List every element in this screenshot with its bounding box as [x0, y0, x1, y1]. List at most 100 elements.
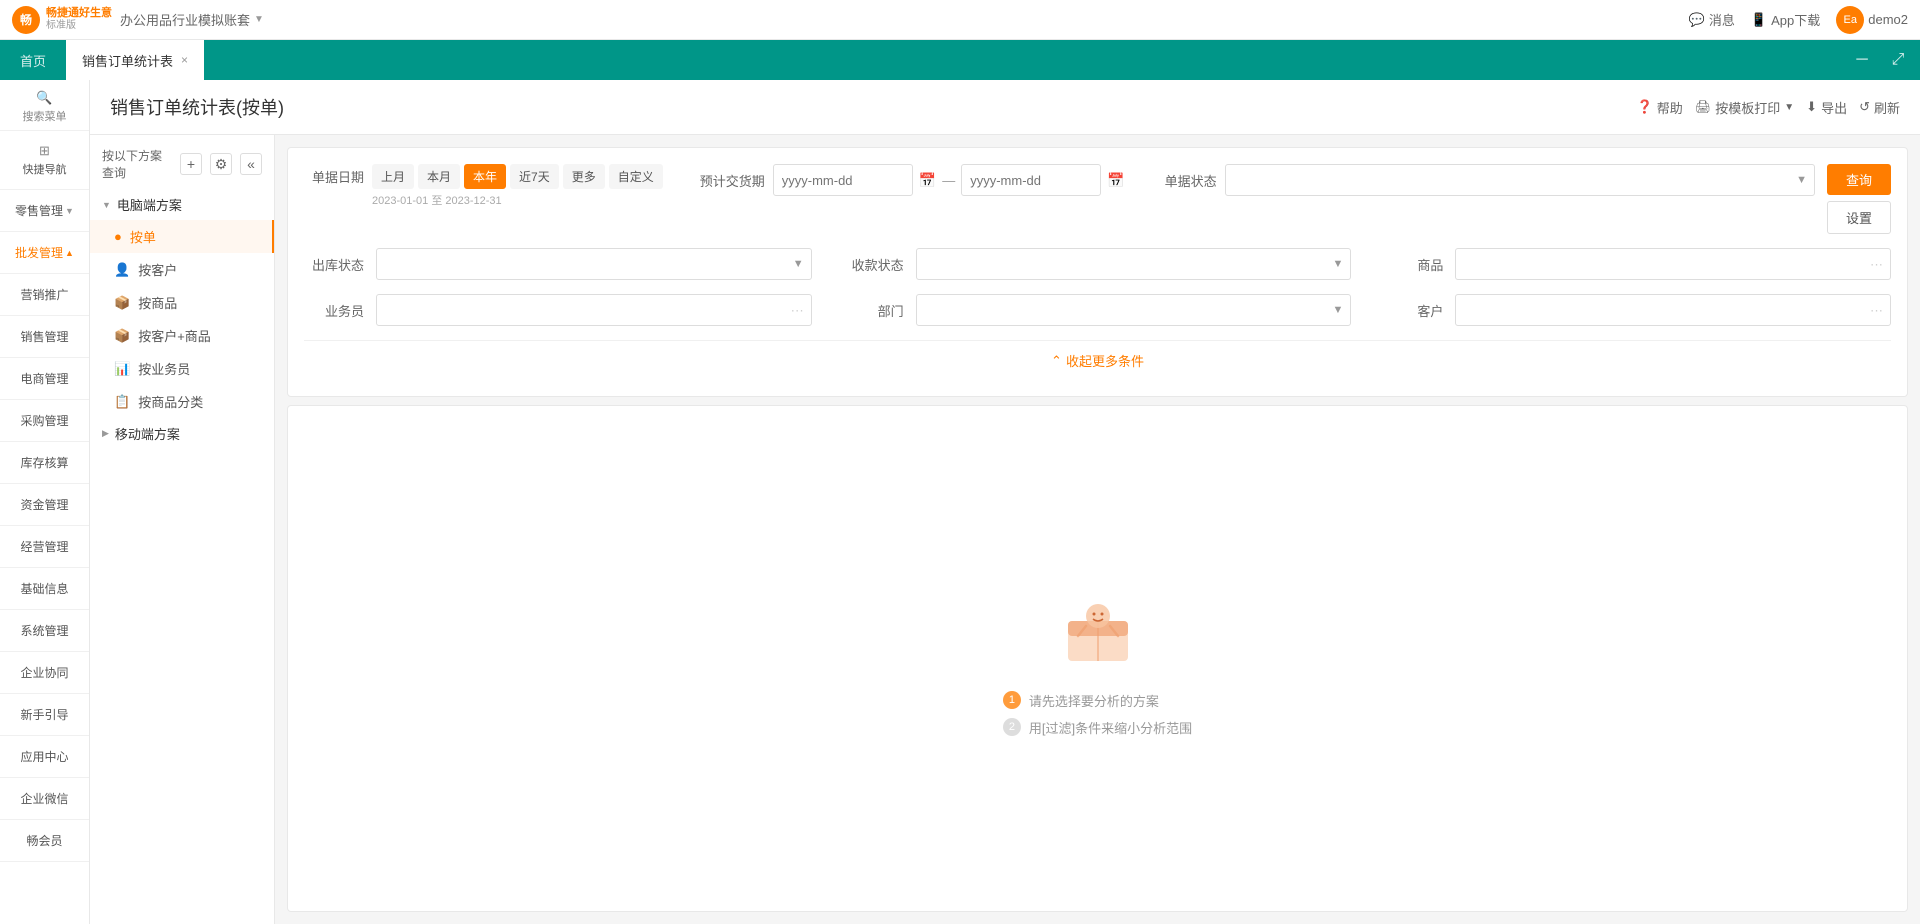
mobile-section-arrow-icon: ▶ [102, 428, 109, 439]
breadcrumb-dropdown-icon[interactable]: ▼ [254, 14, 264, 25]
scheme-by-product[interactable]: 📦 按商品 [90, 286, 274, 319]
mobile-section-title[interactable]: ▶ 移动端方案 [90, 418, 274, 449]
collapse-conditions-icon: ⌃ [1051, 353, 1062, 369]
sidebar-search[interactable]: 🔍 搜索菜单 [0, 80, 89, 131]
last-month-btn[interactable]: 上月 [372, 164, 414, 189]
export-btn[interactable]: ⬇ 导出 [1806, 98, 1847, 117]
delivery-date-start[interactable] [773, 164, 913, 196]
content-area: 销售订单统计表(按单) ❓ 帮助 🖨 按模板打印 ▼ ⬇ 导出 ↺ 刷新 [90, 80, 1920, 924]
delivery-status-label: 出库状态 [304, 255, 364, 274]
help-icon: ❓ [1637, 99, 1653, 115]
settings-scheme-btn[interactable]: ⚙ [210, 153, 232, 175]
help-btn[interactable]: ❓ 帮助 [1637, 98, 1683, 117]
sidebar-item-member[interactable]: 畅会员 [0, 820, 89, 862]
query-btn[interactable]: 查询 [1827, 164, 1891, 195]
refresh-btn[interactable]: ↺ 刷新 [1859, 98, 1900, 117]
scheme-by-salesperson[interactable]: 📊 按业务员 [90, 352, 274, 385]
left-panel: 按以下方案查询 + ⚙ « ▼ 电脑端方案 [90, 135, 275, 924]
status-select[interactable] [1225, 164, 1815, 196]
cal-icon-end[interactable]: 📅 [1107, 172, 1124, 189]
settings-btn[interactable]: 设置 [1827, 201, 1891, 234]
breadcrumb: 办公用品行业模拟账套 ▼ [120, 10, 264, 29]
message-action[interactable]: 💬 消息 [1689, 10, 1735, 29]
filter-row-2: 出库状态 ▼ 收款状态 ▼ [304, 248, 1891, 280]
tab-restore-btn[interactable]: ─ [1848, 46, 1876, 74]
sidebar-item-purchase[interactable]: 采购管理 [0, 400, 89, 442]
sidebar-item-basic[interactable]: 基础信息 [0, 568, 89, 610]
sidebar-item-operation[interactable]: 经营管理 [0, 526, 89, 568]
cal-icon-start[interactable]: 📅 [919, 172, 936, 189]
delivery-date-end[interactable] [961, 164, 1101, 196]
sidebar-item-marketing[interactable]: 营销推广 [0, 274, 89, 316]
expected-delivery-label: 预计交货期 [695, 171, 765, 190]
sidebar-item-inventory[interactable]: 库存核算 [0, 442, 89, 484]
delivery-status-select[interactable] [376, 248, 812, 280]
salesperson-input[interactable] [376, 294, 812, 326]
this-month-btn[interactable]: 本月 [418, 164, 460, 189]
user-profile[interactable]: Ea demo2 [1836, 6, 1908, 34]
add-scheme-btn[interactable]: + [180, 153, 202, 175]
department-select[interactable] [916, 294, 1352, 326]
pc-section-title[interactable]: ▼ 电脑端方案 [90, 189, 274, 220]
filter-action-btns: 查询 设置 [1827, 164, 1891, 234]
tab-sales-order-stats[interactable]: 销售订单统计表 × [66, 40, 204, 80]
sidebar-quick-nav[interactable]: ⊞ 零售管理 快捷导航 [0, 131, 89, 190]
sidebar-item-appcenter[interactable]: 应用中心 [0, 736, 89, 778]
payment-status-select[interactable] [916, 248, 1352, 280]
cust-prod-icon: 📦 [114, 328, 130, 344]
sidebar-item-system[interactable]: 系统管理 [0, 610, 89, 652]
scheme-by-category[interactable]: 📋 按商品分类 [90, 385, 274, 418]
template-print-btn[interactable]: 🖨 按模板打印 ▼ [1695, 98, 1794, 117]
salesperson-more-icon[interactable]: ··· [791, 303, 804, 318]
goods-more-icon[interactable]: ··· [1870, 257, 1883, 272]
scheme-by-order[interactable]: ● 按单 [90, 220, 274, 253]
print-dropdown-icon: ▼ [1784, 102, 1794, 113]
right-panel: 单据日期 上月 本月 本年 近7天 更多 自定义 2023 [275, 135, 1920, 924]
tab-bar-right: ─ ⤢ [1848, 46, 1920, 74]
logo-text: 畅捷通好生意 标准版 [46, 7, 112, 32]
pc-section-arrow-icon: ▼ [102, 200, 111, 210]
sidebar-item-enterprise[interactable]: 企业协同 [0, 652, 89, 694]
sidebar-item-ecommerce[interactable]: 电商管理 [0, 358, 89, 400]
page-title: 销售订单统计表(按单) [110, 94, 284, 134]
payment-status-label: 收款状态 [844, 255, 904, 274]
tab-maximize-btn[interactable]: ⤢ [1884, 46, 1912, 74]
app-download-action[interactable]: 📱 App下载 [1751, 10, 1820, 29]
more-date-btn[interactable]: 更多 [563, 164, 605, 189]
sidebar-item-newuser[interactable]: 新手引导 [0, 694, 89, 736]
sidebar-item-wholesale[interactable]: 批发管理 ▲ [0, 232, 89, 274]
more-conditions-toggle[interactable]: ⌃ 收起更多条件 [304, 340, 1891, 380]
message-icon: 💬 [1689, 12, 1705, 28]
last7-btn[interactable]: 近7天 [510, 164, 559, 189]
tab-close-icon[interactable]: × [181, 53, 188, 67]
wholesale-arrow-icon: ▲ [65, 248, 74, 258]
goods-input[interactable] [1455, 248, 1891, 280]
mobile-section: ▶ 移动端方案 [90, 418, 274, 449]
scheme-by-customer[interactable]: 👤 按客户 [90, 253, 274, 286]
sidebar-item-finance[interactable]: 资金管理 [0, 484, 89, 526]
payment-status-wrapper: ▼ [916, 248, 1352, 280]
empty-tip-2: 2 用[过滤]条件来缩小分析范围 [1003, 718, 1192, 737]
empty-state: 1 请先选择要分析的方案 2 用[过滤]条件来缩小分析范围 [287, 405, 1908, 912]
sidebar-item-wechat[interactable]: 企业微信 [0, 778, 89, 820]
scheme-by-cust-prod[interactable]: 📦 按客户+商品 [90, 319, 274, 352]
sidebar: 🔍 搜索菜单 ⊞ 零售管理 快捷导航 零售管理 ▼ 批发管理 ▲ 营销推广 销售… [0, 80, 90, 924]
pc-section: ▼ 电脑端方案 ● 按单 👤 按客户 📦 按商品 [90, 189, 274, 418]
sidebar-item-sales[interactable]: 销售管理 [0, 316, 89, 358]
customer-more-icon[interactable]: ··· [1870, 303, 1883, 318]
date-quick-btns: 上月 本月 本年 近7天 更多 自定义 [372, 164, 663, 189]
collapse-panel-btn[interactable]: « [240, 153, 262, 175]
refresh-icon: ↺ [1859, 99, 1870, 115]
date-label: 单据日期 [304, 167, 364, 186]
customer-input[interactable] [1455, 294, 1891, 326]
tab-home[interactable]: 首页 [0, 40, 66, 80]
sidebar-item-retail[interactable]: 零售管理 ▼ [0, 190, 89, 232]
print-icon: 🖨 [1695, 99, 1712, 115]
filter-form: 单据日期 上月 本月 本年 近7天 更多 自定义 2023 [287, 147, 1908, 397]
grid-icon: ⊞ [39, 143, 50, 159]
export-icon: ⬇ [1806, 99, 1817, 115]
this-year-btn[interactable]: 本年 [464, 164, 506, 189]
tip-num-2: 2 [1003, 718, 1021, 736]
goods-input-wrapper: ··· [1455, 248, 1891, 280]
custom-date-btn[interactable]: 自定义 [609, 164, 663, 189]
